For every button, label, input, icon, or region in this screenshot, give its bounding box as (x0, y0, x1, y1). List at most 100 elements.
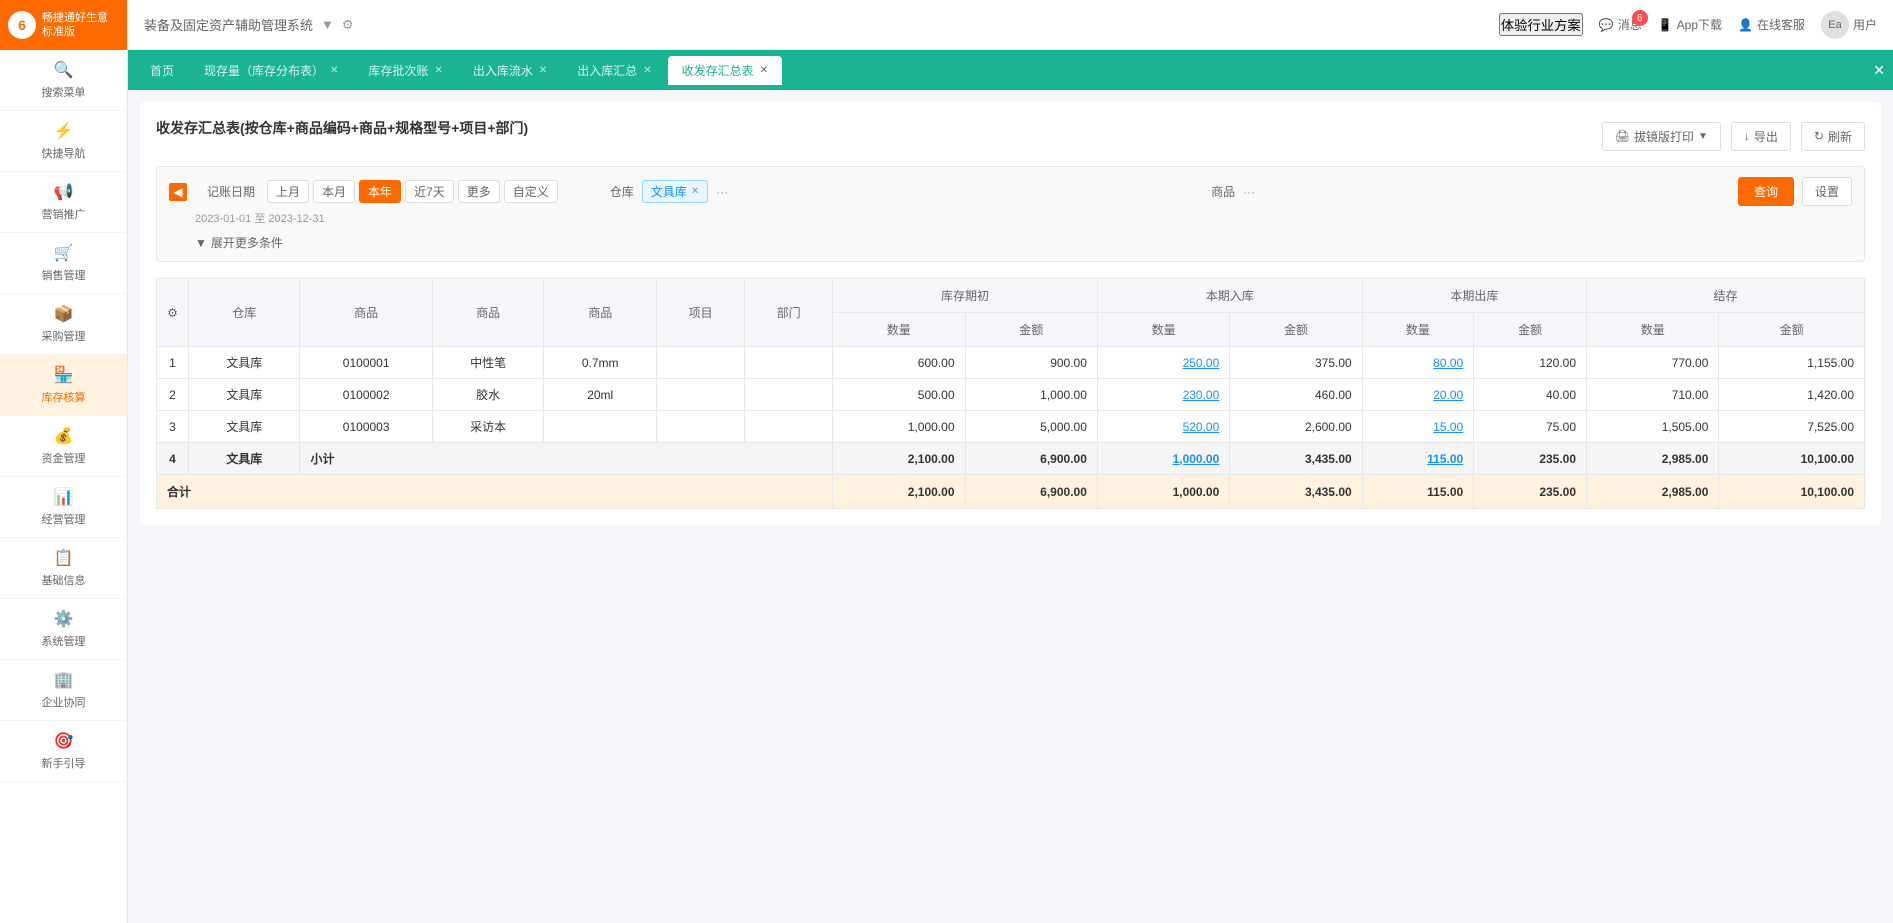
user-action[interactable]: Ea 用户 (1821, 11, 1877, 39)
export-button[interactable]: ↓ 导出 (1731, 122, 1791, 151)
basic-icon: 📋 (54, 548, 74, 568)
dropdown-icon: ▼ (1698, 131, 1708, 142)
date-btn-custom[interactable]: 自定义 (504, 180, 558, 203)
date-btn-last-month[interactable]: 上月 (267, 180, 309, 203)
tab-close-in-out-flow[interactable]: ✕ (539, 65, 547, 76)
out-amt-th: 金额 (1474, 313, 1587, 347)
remove-warehouse-tag[interactable]: ✕ (691, 186, 699, 197)
date-btn-more[interactable]: 更多 (458, 180, 500, 203)
product-code-th: 商品 (300, 279, 432, 347)
tab-bar: 首页 现存量（库存分布表） ✕ 库存批次账 ✕ 出入库流水 ✕ 出入库汇总 ✕ … (128, 50, 1893, 90)
tab-close-in-out-summary[interactable]: ✕ (643, 65, 651, 76)
product-filter: 商品 ··· (1211, 183, 1255, 200)
finance-icon: 💰 (54, 426, 74, 446)
collapse-arrow[interactable]: ◀ (169, 183, 187, 201)
out-qty-th: 数量 (1362, 313, 1474, 347)
gear-icon[interactable]: ⚙ (342, 17, 354, 33)
tab-inventory-distribution[interactable]: 现存量（库存分布表） ✕ (190, 56, 352, 85)
warehouse-filter: 仓库 文具库 ✕ ··· (610, 180, 728, 203)
service-icon: 👤 (1738, 18, 1753, 32)
tab-in-out-summary[interactable]: 出入库汇总 ✕ (563, 56, 665, 85)
sidebar-item-basic[interactable]: 📋 基础信息 (0, 538, 127, 599)
date-btn-this-month[interactable]: 本月 (313, 180, 355, 203)
sidebar-item-sales[interactable]: 🛒 销售管理 (0, 233, 127, 294)
print-button[interactable]: 🖨 拔镜版打印 ▼ (1602, 122, 1721, 151)
sidebar-item-business[interactable]: 📊 经营管理 (0, 477, 127, 538)
print-icon: 🖨 (1615, 129, 1630, 143)
content-area: 收发存汇总表(按仓库+商品编码+商品+规格型号+项目+部门) 🖨 拔镜版打印 ▼… (128, 90, 1893, 923)
sidebar-item-search[interactable]: 🔍 搜索菜单 (0, 50, 127, 111)
sidebar-item-inventory[interactable]: 🏪 库存核算 (0, 355, 127, 416)
sidebar-item-enterprise[interactable]: 🏢 企业协同 (0, 660, 127, 721)
tab-close-receipt-summary[interactable]: ✕ (760, 65, 768, 76)
total-in-amt: 3,435.00 (1230, 475, 1362, 509)
warehouse-more[interactable]: ··· (716, 185, 728, 199)
tab-close-batch-account[interactable]: ✕ (434, 65, 442, 76)
set-button[interactable]: 设置 (1802, 177, 1852, 206)
main-area: 装备及固定资产辅助管理系统 ▼ ⚙ 体验行业方案 💬 消息 6 📱 App下载 … (128, 0, 1893, 923)
total-balance-amt: 10,100.00 (1719, 475, 1865, 509)
product-name-th: 商品 (432, 279, 543, 347)
page-container: 收发存汇总表(按仓库+商品编码+商品+规格型号+项目+部门) 🖨 拔镜版打印 ▼… (140, 102, 1881, 525)
online-service-action[interactable]: 👤 在线客服 (1738, 16, 1805, 33)
app-download-action[interactable]: 📱 App下载 (1658, 16, 1722, 33)
sidebar-item-system[interactable]: ⚙️ 系统管理 (0, 599, 127, 660)
page-title: 收发存汇总表(按仓库+商品编码+商品+规格型号+项目+部门) (156, 118, 528, 138)
expand-conditions-button[interactable]: ▼ 展开更多条件 (195, 234, 1852, 251)
table-settings-icon[interactable]: ⚙ (167, 306, 178, 320)
sidebar-item-quick[interactable]: ⚡ 快捷导航 (0, 111, 127, 172)
tab-in-out-flow[interactable]: 出入库流水 ✕ (459, 56, 561, 85)
expand-icon: ▼ (195, 236, 207, 250)
tab-close-inventory-distribution[interactable]: ✕ (330, 65, 338, 76)
table-row: 2 文具库 0100002 胶水 20ml 500.00 1,000.00 23… (157, 379, 1865, 411)
close-all-tabs-button[interactable]: ✕ (1873, 62, 1885, 79)
product-more[interactable]: ··· (1243, 185, 1255, 199)
tab-home[interactable]: 首页 (136, 56, 188, 85)
table-row: 3 文具库 0100003 采访本 1,000.00 5,000.00 520.… (157, 411, 1865, 443)
refresh-icon: ↻ (1814, 129, 1824, 143)
refresh-button[interactable]: ↻ 刷新 (1801, 122, 1865, 151)
opening-group-th: 库存期初 (833, 279, 1098, 313)
sidebar-nav: 🔍 搜索菜单 ⚡ 快捷导航 📢 营销推广 🛒 销售管理 📦 采购管理 🏪 库存核… (0, 50, 127, 923)
purchase-icon: 📦 (54, 304, 74, 324)
logo-icon: 6 (8, 11, 36, 39)
balance-qty-th: 数量 (1587, 313, 1719, 347)
enterprise-icon: 🏢 (54, 670, 74, 690)
settings-th: ⚙ (157, 279, 189, 347)
total-opening-amt: 6,900.00 (965, 475, 1097, 509)
sidebar-item-finance[interactable]: 💰 资金管理 (0, 416, 127, 477)
message-badge: 6 (1632, 10, 1648, 26)
product-spec-th: 商品 (544, 279, 657, 347)
query-button[interactable]: 查询 (1738, 177, 1794, 206)
search-icon: 🔍 (54, 60, 74, 80)
quick-icon: ⚡ (54, 121, 74, 141)
date-range-display: 2023-01-01 至 2023-12-31 (195, 213, 325, 225)
message-action[interactable]: 💬 消息 6 (1599, 16, 1642, 33)
total-in-qty: 1,000.00 (1097, 475, 1229, 509)
data-table: ⚙ 仓库 商品 商品 商品 项目 部门 库存期初 本期入库 本期出库 结存 (156, 278, 1865, 509)
sidebar-item-marketing[interactable]: 📢 营销推广 (0, 172, 127, 233)
total-out-qty: 115.00 (1362, 475, 1474, 509)
experience-button[interactable]: 体验行业方案 (1499, 13, 1583, 36)
avatar: Ea (1821, 11, 1849, 39)
system-title: 装备及固定资产辅助管理系统 (144, 15, 313, 34)
date-btn-this-year[interactable]: 本年 (359, 180, 401, 203)
sidebar-item-guide[interactable]: 🎯 新手引导 (0, 721, 127, 782)
total-balance-qty: 2,985.00 (1587, 475, 1719, 509)
top-header: 装备及固定资产辅助管理系统 ▼ ⚙ 体验行业方案 💬 消息 6 📱 App下载 … (128, 0, 1893, 50)
tab-batch-account[interactable]: 库存批次账 ✕ (354, 56, 456, 85)
sidebar-item-purchase[interactable]: 📦 采购管理 (0, 294, 127, 355)
system-icon: ⚙️ (54, 609, 74, 629)
opening-qty-th: 数量 (833, 313, 965, 347)
tab-receipt-summary[interactable]: 收发存汇总表 ✕ (668, 56, 782, 85)
message-icon: 💬 (1599, 18, 1614, 32)
logo-text: 畅捷通好生意 标准版 (42, 11, 108, 40)
dropdown-arrow-icon: ▼ (321, 17, 334, 32)
sidebar-logo: 6 畅捷通好生意 标准版 (0, 0, 127, 50)
date-btn-7days[interactable]: 近7天 (405, 180, 454, 203)
department-th: 部门 (745, 279, 833, 347)
filter-actions: 查询 设置 (1738, 177, 1852, 206)
sidebar: 6 畅捷通好生意 标准版 🔍 搜索菜单 ⚡ 快捷导航 📢 营销推广 🛒 销售管理… (0, 0, 128, 923)
warehouse-label: 仓库 (610, 183, 634, 200)
balance-group-th: 结存 (1587, 279, 1865, 313)
